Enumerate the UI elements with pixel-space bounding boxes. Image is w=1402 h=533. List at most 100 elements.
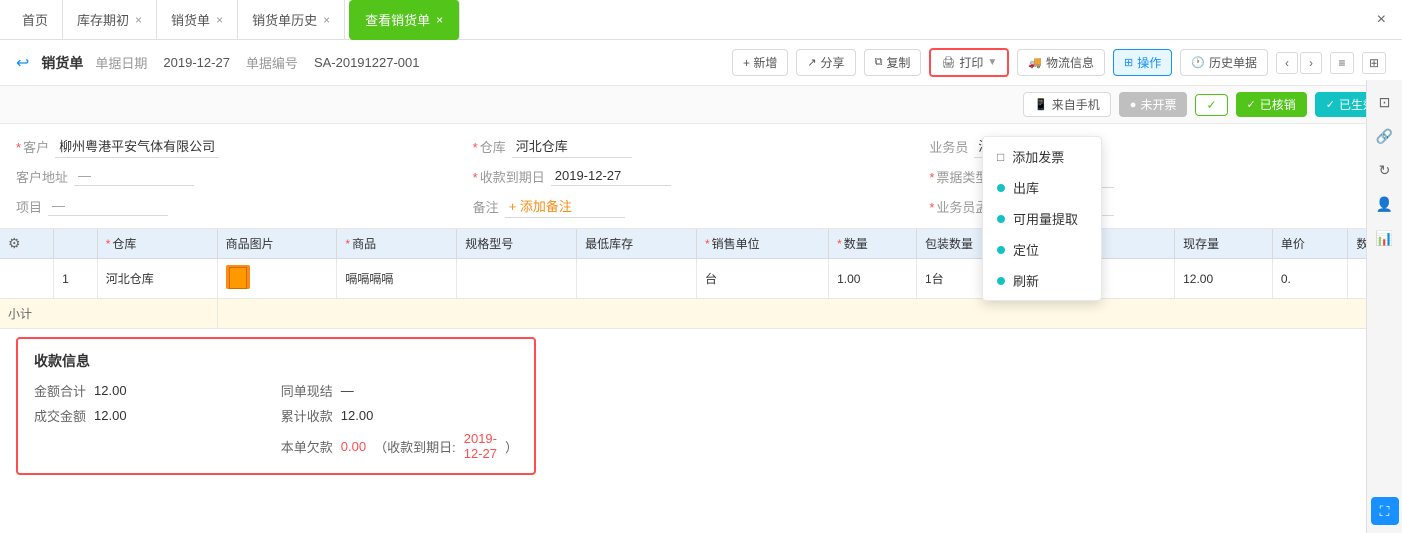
same-order-item: 同单现结 — — [281, 381, 518, 400]
col-stock: 现存量 — [1175, 229, 1273, 259]
tab-bar: 首页 库存期初 × 销货单 × 销货单历史 × 查看销货单 × × — [0, 0, 1402, 40]
dot-outbound — [997, 184, 1005, 192]
dot-locate — [997, 246, 1005, 254]
logistics-button[interactable]: 🚚 物流信息 — [1017, 49, 1105, 76]
dropdown-refresh[interactable]: 刷新 — [983, 265, 1101, 296]
copy-button[interactable]: ⧉ 复制 — [864, 49, 922, 76]
form-row-2: 客户地址 — 收款到期日 2019-12-27 票据类型 不开票 — [16, 164, 1386, 188]
from-phone-button[interactable]: 📱 来自手机 — [1023, 92, 1111, 117]
right-sidebar: ⊡ 🔗 ↻ 👤 📊 ⛶ — [1366, 80, 1402, 533]
customer-field: 客户 柳州粤港平安气体有限公司 — [16, 134, 473, 158]
date-value: 2019-12-27 — [163, 55, 230, 70]
col-unit: 销售单位 — [696, 229, 828, 259]
payment-date-label: 收款到期日 — [473, 167, 545, 186]
print-button[interactable]: 🖨 打印 ▼ — [931, 50, 1007, 75]
row-stock: 12.00 — [1175, 259, 1273, 299]
history-button[interactable]: 🕐 历史单据 — [1180, 49, 1268, 76]
doc-header: ↩ 销货单 单据日期 2019-12-27 单据编号 SA-20191227-0… — [0, 40, 1402, 86]
form-section: 客户 柳州粤港平安气体有限公司 仓库 河北仓库 业务员 演示账号 客户地址 — — [0, 124, 1402, 229]
payment-amount-item: 金额合计 12.00 — [34, 381, 261, 400]
col-product-image: 商品图片 — [217, 229, 337, 259]
prev-arrow[interactable]: ‹ — [1276, 52, 1298, 74]
staff-label: 业务员 — [929, 137, 968, 156]
table-row: 1 河北仓库 嗝嗝嗝嗝 台 1.00 1台 12.00 0. — [0, 259, 1402, 299]
row-settings — [0, 259, 54, 299]
address-field: 客户地址 — — [16, 166, 473, 186]
payment-date-field: 收款到期日 2019-12-27 — [473, 166, 930, 186]
cumulative-value: 12.00 — [341, 408, 374, 423]
project-label: 项目 — [16, 197, 42, 216]
not-open-button[interactable]: ● 未开票 — [1119, 92, 1188, 117]
payment-date-value[interactable]: 2019-12-27 — [551, 166, 671, 186]
operation-button[interactable]: ⊞ 操作 — [1113, 49, 1172, 76]
form-row-1: 客户 柳州粤港平安气体有限公司 仓库 河北仓库 业务员 演示账号 — [16, 134, 1386, 158]
tab-home[interactable]: 首页 — [8, 0, 63, 40]
col-settings[interactable]: ⚙ — [0, 229, 54, 259]
doc-icon: ↩ — [16, 53, 29, 73]
transaction-item: 成交金额 12.00 — [34, 406, 261, 425]
transaction-value: 12.00 — [94, 408, 127, 423]
product-table: ⚙ 仓库 商品图片 商品 规格型号 最低库存 销售单位 数量 包装数量 可用量（… — [0, 229, 1402, 329]
tab-view-sales-close[interactable]: × — [436, 13, 443, 27]
cumulative-label: 累计收款 — [281, 406, 333, 425]
balance-label: 本单欠款 — [281, 437, 333, 456]
grid-view-btn[interactable]: ⊞ — [1362, 52, 1386, 74]
dot-available — [997, 215, 1005, 223]
confirm-button[interactable]: ✓ — [1195, 94, 1227, 116]
list-view-btn[interactable]: ≡ — [1330, 52, 1354, 74]
dropdown-locate[interactable]: 定位 — [983, 234, 1101, 265]
payment-title: 收款信息 — [34, 351, 518, 371]
sidebar-icon-3[interactable]: ↻ — [1371, 156, 1399, 184]
tab-inventory[interactable]: 库存期初 × — [63, 0, 157, 40]
address-label: 客户地址 — [16, 167, 68, 186]
transaction-label: 成交金额 — [34, 406, 86, 425]
project-value[interactable]: — — [48, 196, 168, 216]
main-content: ↩ 销货单 单据日期 2019-12-27 单据编号 SA-20191227-0… — [0, 40, 1402, 533]
sidebar-icon-1[interactable]: ⊡ — [1371, 88, 1399, 116]
amount-label: 金额合计 — [34, 381, 86, 400]
tab-history-close[interactable]: × — [323, 13, 330, 27]
sidebar-icon-4[interactable]: 👤 — [1371, 190, 1399, 218]
subtotal-values — [217, 299, 1401, 329]
customer-label: 客户 — [16, 137, 49, 156]
subtotal-row: 小计 — [0, 299, 1402, 329]
remark-field: 备注 + 添加备注 — [473, 194, 930, 218]
due-date: 2019-12-27 — [464, 431, 497, 461]
dropdown-add-invoice[interactable]: □ 添加发票 — [983, 141, 1101, 172]
form-row-3: 项目 — 备注 + 添加备注 业务员孟 — — [16, 194, 1386, 218]
next-arrow[interactable]: › — [1300, 52, 1322, 74]
share-button[interactable]: ↗ 分享 — [796, 49, 855, 76]
sidebar-icon-expand[interactable]: ⛶ — [1371, 497, 1399, 525]
customer-value[interactable]: 柳州粤港平安气体有限公司 — [55, 134, 219, 158]
address-value[interactable]: — — [74, 166, 194, 186]
tab-sales-close[interactable]: × — [216, 13, 223, 27]
sidebar-icon-2[interactable]: 🔗 — [1371, 122, 1399, 150]
col-quantity: 数量 — [829, 229, 917, 259]
row-product-image — [217, 259, 337, 299]
print-highlight-box: 🖨 打印 ▼ — [929, 48, 1009, 77]
nav-arrows: ‹ › — [1276, 52, 1322, 74]
row-price: 0. — [1272, 259, 1348, 299]
dropdown-available-extract[interactable]: 可用量提取 — [983, 203, 1101, 234]
row-spec — [457, 259, 577, 299]
tab-inventory-close[interactable]: × — [135, 13, 142, 27]
balance-item: 本单欠款 0.00 （收款到期日: 2019-12-27 ） — [281, 431, 518, 461]
new-button[interactable]: + 新增 — [732, 49, 788, 76]
sidebar-icon-5[interactable]: 📊 — [1371, 224, 1399, 252]
tab-view-sales[interactable]: 查看销货单 × — [349, 0, 460, 40]
col-price: 单价 — [1272, 229, 1348, 259]
col-spec: 规格型号 — [457, 229, 577, 259]
number-label: 单据编号 — [246, 53, 298, 72]
warehouse-value[interactable]: 河北仓库 — [512, 134, 632, 158]
cumulative-item: 累计收款 12.00 — [281, 406, 518, 425]
doc-meta: 单据日期 2019-12-27 单据编号 SA-20191227-001 — [95, 53, 419, 72]
dot-refresh — [997, 277, 1005, 285]
sale-closed-button[interactable]: ✓ 已核销 — [1236, 92, 1307, 117]
tab-sales[interactable]: 销货单 × — [157, 0, 238, 40]
remark-add-btn[interactable]: + 添加备注 — [505, 194, 625, 218]
payment-section: 收款信息 金额合计 12.00 同单现结 — 成交金额 12.00 累计收款 1… — [16, 337, 536, 475]
window-close-button[interactable]: × — [1369, 11, 1394, 29]
tab-sales-history[interactable]: 销货单历史 × — [238, 0, 345, 40]
dropdown-outbound[interactable]: 出库 — [983, 172, 1101, 203]
warehouse-label: 仓库 — [473, 137, 506, 156]
